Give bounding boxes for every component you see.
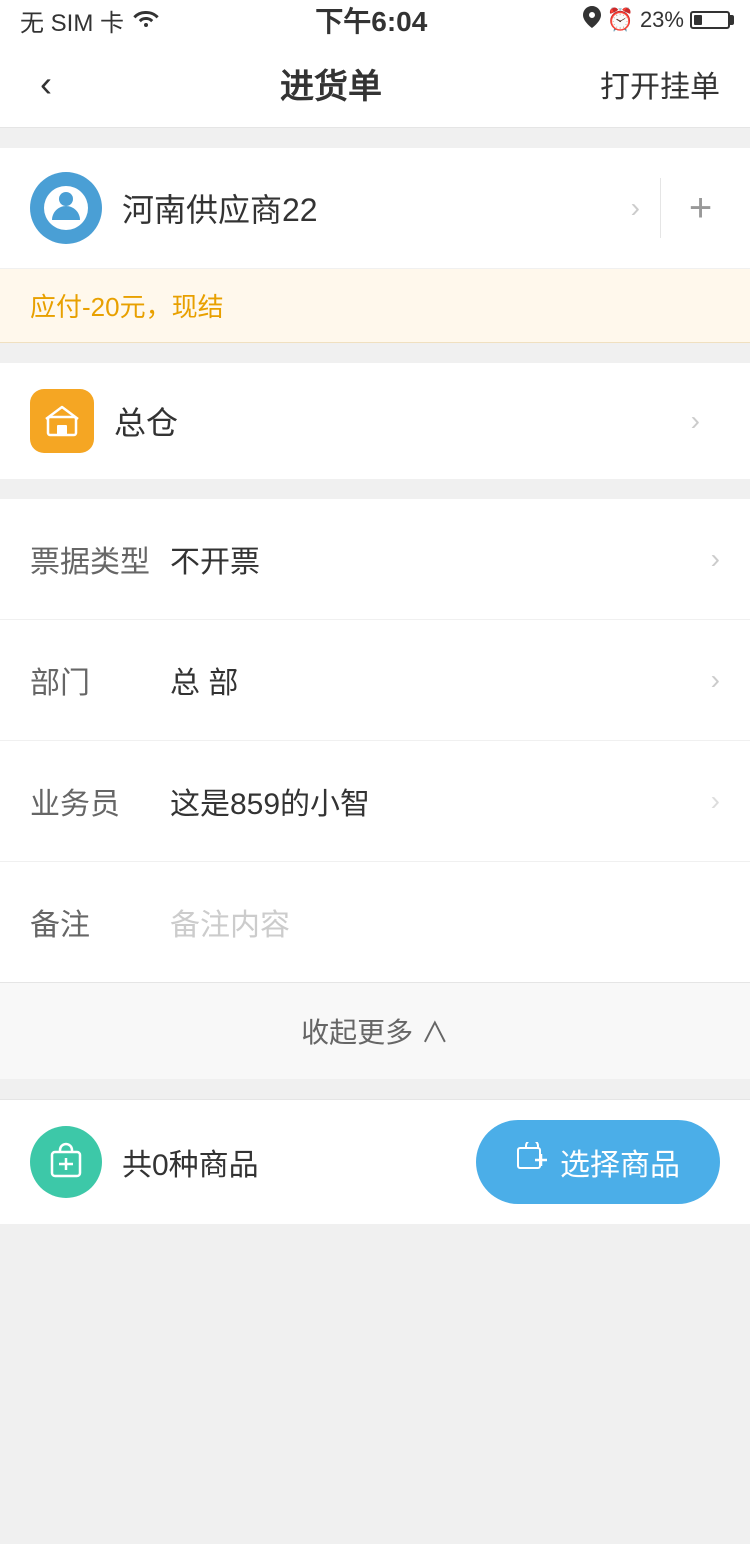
content-background [0,1224,750,1544]
open-pending-button[interactable]: 打开挂单 [600,62,720,106]
select-product-label: 选择商品 [560,1140,680,1184]
salesperson-row[interactable]: 业务员 这是859的小智 › [0,740,750,861]
status-left: 无 SIM 卡 [20,3,160,38]
wifi-icon [132,6,160,34]
carrier-label: 无 SIM 卡 [20,3,124,38]
select-product-icon [516,1142,548,1182]
location-icon [583,6,601,34]
product-icon [30,1126,102,1198]
bottom-bar: 共0种商品 选择商品 [0,1099,750,1224]
nav-bar: ‹ 进货单 打开挂单 [0,40,750,128]
gap-2 [0,343,750,363]
warehouse-icon [30,389,94,453]
supplier-row[interactable]: 河南供应商22 › + [0,148,750,269]
product-count: 共0种商品 [122,1140,456,1184]
warehouse-chevron-icon: › [691,405,700,437]
warehouse-name: 总仓 [114,398,691,444]
invoice-type-label: 票据类型 [30,537,170,581]
battery-icon [690,11,730,29]
page-title: 进货单 [280,59,382,108]
salesperson-label: 业务员 [30,779,170,823]
avatar-icon [44,186,88,230]
gap-3 [0,479,750,499]
status-time: 下午6:04 [315,0,427,40]
remark-row[interactable]: 备注 备注内容 [0,861,750,982]
supplier-name: 河南供应商22 [122,185,631,231]
collapse-button[interactable]: 收起更多 ∧ [0,982,750,1079]
supplier-avatar [30,172,102,244]
department-label: 部门 [30,658,170,702]
department-chevron-icon: › [711,664,720,696]
salesperson-chevron-icon: › [711,785,720,817]
warehouse-row[interactable]: 总仓 › [0,363,750,479]
invoice-type-value: 不开票 [170,537,701,581]
status-bar: 无 SIM 卡 下午6:04 ⏰ 23% [0,0,750,40]
gap-1 [0,128,750,148]
form-section: 票据类型 不开票 › 部门 总 部 › 业务员 这是859的小智 › 备注 备注… [0,499,750,982]
supplier-chevron-icon: › [631,192,640,224]
alarm-icon: ⏰ [607,7,634,33]
add-supplier-button[interactable]: + [660,178,720,238]
battery-percent: 23% [640,7,684,33]
back-button[interactable]: ‹ [30,53,62,115]
remark-input[interactable]: 备注内容 [170,900,720,944]
department-value: 总 部 [170,658,701,702]
supplier-section: 河南供应商22 › + 应付-20元，现结 [0,148,750,343]
status-right: ⏰ 23% [583,6,730,34]
gap-4 [0,1079,750,1099]
invoice-type-row[interactable]: 票据类型 不开票 › [0,499,750,619]
person-icon [48,186,84,230]
remark-label: 备注 [30,900,170,944]
select-product-button[interactable]: 选择商品 [476,1120,720,1204]
collapse-label: 收起更多 ∧ [301,1011,449,1051]
department-row[interactable]: 部门 总 部 › [0,619,750,740]
salesperson-value: 这是859的小智 [170,779,701,823]
balance-notice: 应付-20元，现结 [0,269,750,343]
invoice-type-chevron-icon: › [711,543,720,575]
